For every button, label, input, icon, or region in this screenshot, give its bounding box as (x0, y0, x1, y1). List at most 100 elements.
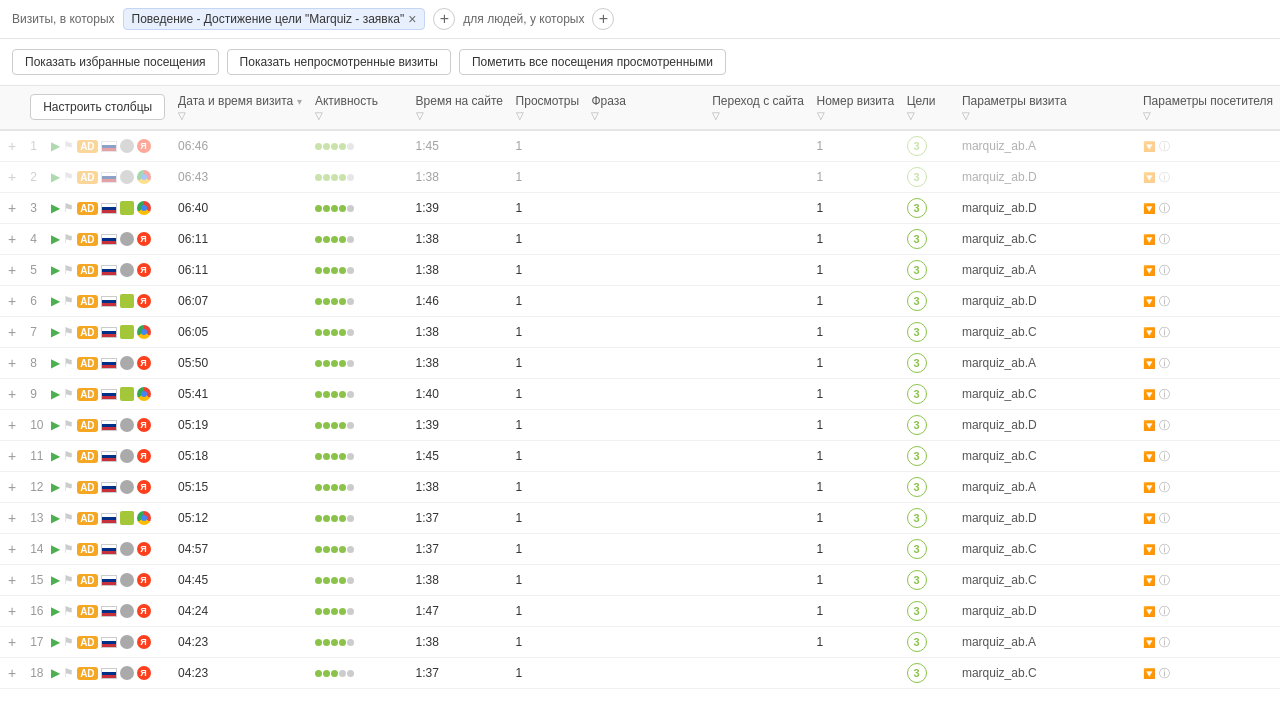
filter-icon-activity[interactable]: ▽ (315, 110, 404, 121)
row-filter-icon[interactable]: 🔽 (1143, 606, 1155, 617)
play-visit-btn[interactable]: ▶ (51, 232, 60, 246)
play-visit-btn[interactable]: ▶ (51, 139, 60, 153)
add-row-icon[interactable]: + (8, 634, 16, 650)
play-visit-btn[interactable]: ▶ (51, 511, 60, 525)
play-visit-btn[interactable]: ▶ (51, 604, 60, 618)
add-row-icon[interactable]: + (8, 355, 16, 371)
add-row-icon[interactable]: + (8, 324, 16, 340)
row-filter-icon[interactable]: 🔽 (1143, 358, 1155, 369)
row-filter-icon[interactable]: 🔽 (1143, 637, 1155, 648)
row-info-icon[interactable]: ⓘ (1159, 171, 1170, 183)
flag-visit-btn[interactable]: ⚑ (63, 356, 74, 370)
row-info-icon[interactable]: ⓘ (1159, 326, 1170, 338)
th-configure[interactable]: Настроить столбцы (24, 86, 172, 130)
flag-visit-btn[interactable]: ⚑ (63, 170, 74, 184)
show-unseen-btn[interactable]: Показать непросмотренные визиты (227, 49, 451, 75)
add-people-filter-btn[interactable]: + (592, 8, 614, 30)
play-visit-btn[interactable]: ▶ (51, 387, 60, 401)
filter-icon-goals[interactable]: ▽ (907, 110, 950, 121)
row-info-icon[interactable]: ⓘ (1159, 264, 1170, 276)
row-info-icon[interactable]: ⓘ (1159, 450, 1170, 462)
row-filter-icon[interactable]: 🔽 (1143, 296, 1155, 307)
row-info-icon[interactable]: ⓘ (1159, 295, 1170, 307)
row-info-icon[interactable]: ⓘ (1159, 140, 1170, 152)
play-visit-btn[interactable]: ▶ (51, 325, 60, 339)
add-row-icon[interactable]: + (8, 541, 16, 557)
flag-visit-btn[interactable]: ⚑ (63, 573, 74, 587)
row-filter-icon[interactable]: 🔽 (1143, 327, 1155, 338)
row-filter-icon[interactable]: 🔽 (1143, 544, 1155, 555)
row-filter-icon[interactable]: 🔽 (1143, 575, 1155, 586)
add-row-icon[interactable]: + (8, 200, 16, 216)
flag-visit-btn[interactable]: ⚑ (63, 263, 74, 277)
row-info-icon[interactable]: ⓘ (1159, 233, 1170, 245)
row-info-icon[interactable]: ⓘ (1159, 357, 1170, 369)
add-row-icon[interactable]: + (8, 417, 16, 433)
row-filter-icon[interactable]: 🔽 (1143, 389, 1155, 400)
row-filter-icon[interactable]: 🔽 (1143, 203, 1155, 214)
flag-visit-btn[interactable]: ⚑ (63, 139, 74, 153)
play-visit-btn[interactable]: ▶ (51, 542, 60, 556)
flag-visit-btn[interactable]: ⚑ (63, 666, 74, 680)
filter-icon-source[interactable]: ▽ (712, 110, 804, 121)
add-row-icon[interactable]: + (8, 138, 16, 154)
flag-visit-btn[interactable]: ⚑ (63, 604, 74, 618)
row-filter-icon[interactable]: 🔽 (1143, 513, 1155, 524)
add-row-icon[interactable]: + (8, 231, 16, 247)
flag-visit-btn[interactable]: ⚑ (63, 232, 74, 246)
add-row-icon[interactable]: + (8, 479, 16, 495)
row-info-icon[interactable]: ⓘ (1159, 636, 1170, 648)
row-info-icon[interactable]: ⓘ (1159, 667, 1170, 679)
show-favorites-btn[interactable]: Показать избранные посещения (12, 49, 219, 75)
flag-visit-btn[interactable]: ⚑ (63, 418, 74, 432)
add-row-icon[interactable]: + (8, 262, 16, 278)
sort-icon[interactable]: ▾ (297, 96, 302, 107)
filter-icon-views[interactable]: ▽ (516, 110, 580, 121)
play-visit-btn[interactable]: ▶ (51, 294, 60, 308)
filter-icon-phrase[interactable]: ▽ (591, 110, 700, 121)
row-filter-icon[interactable]: 🔽 (1143, 668, 1155, 679)
flag-visit-btn[interactable]: ⚑ (63, 449, 74, 463)
row-info-icon[interactable]: ⓘ (1159, 388, 1170, 400)
row-info-icon[interactable]: ⓘ (1159, 605, 1170, 617)
flag-visit-btn[interactable]: ⚑ (63, 511, 74, 525)
filter-icon-time[interactable]: ▽ (416, 110, 504, 121)
row-info-icon[interactable]: ⓘ (1159, 574, 1170, 586)
row-filter-icon[interactable]: 🔽 (1143, 451, 1155, 462)
play-visit-btn[interactable]: ▶ (51, 201, 60, 215)
mark-all-btn[interactable]: Пометить все посещения просмотренными (459, 49, 726, 75)
row-info-icon[interactable]: ⓘ (1159, 481, 1170, 493)
add-row-icon[interactable]: + (8, 665, 16, 681)
row-info-icon[interactable]: ⓘ (1159, 419, 1170, 431)
flag-visit-btn[interactable]: ⚑ (63, 542, 74, 556)
filter-icon-visitorparams[interactable]: ▽ (1143, 110, 1274, 121)
play-visit-btn[interactable]: ▶ (51, 635, 60, 649)
add-row-icon[interactable]: + (8, 448, 16, 464)
configure-columns-btn[interactable]: Настроить столбцы (30, 94, 165, 120)
row-filter-icon[interactable]: 🔽 (1143, 141, 1155, 152)
add-row-icon[interactable]: + (8, 293, 16, 309)
play-visit-btn[interactable]: ▶ (51, 263, 60, 277)
flag-visit-btn[interactable]: ⚑ (63, 480, 74, 494)
play-visit-btn[interactable]: ▶ (51, 418, 60, 432)
row-info-icon[interactable]: ⓘ (1159, 543, 1170, 555)
flag-visit-btn[interactable]: ⚑ (63, 635, 74, 649)
add-row-icon[interactable]: + (8, 603, 16, 619)
filter-icon-visitnum[interactable]: ▽ (817, 110, 895, 121)
play-visit-btn[interactable]: ▶ (51, 480, 60, 494)
add-row-icon[interactable]: + (8, 572, 16, 588)
row-filter-icon[interactable]: 🔽 (1143, 482, 1155, 493)
row-filter-icon[interactable]: 🔽 (1143, 265, 1155, 276)
flag-visit-btn[interactable]: ⚑ (63, 201, 74, 215)
flag-visit-btn[interactable]: ⚑ (63, 387, 74, 401)
row-filter-icon[interactable]: 🔽 (1143, 420, 1155, 431)
play-visit-btn[interactable]: ▶ (51, 573, 60, 587)
row-info-icon[interactable]: ⓘ (1159, 512, 1170, 524)
row-filter-icon[interactable]: 🔽 (1143, 172, 1155, 183)
add-filter-btn[interactable]: + (433, 8, 455, 30)
play-visit-btn[interactable]: ▶ (51, 666, 60, 680)
close-icon[interactable]: × (408, 12, 416, 26)
flag-visit-btn[interactable]: ⚑ (63, 294, 74, 308)
row-filter-icon[interactable]: 🔽 (1143, 234, 1155, 245)
add-row-icon[interactable]: + (8, 510, 16, 526)
